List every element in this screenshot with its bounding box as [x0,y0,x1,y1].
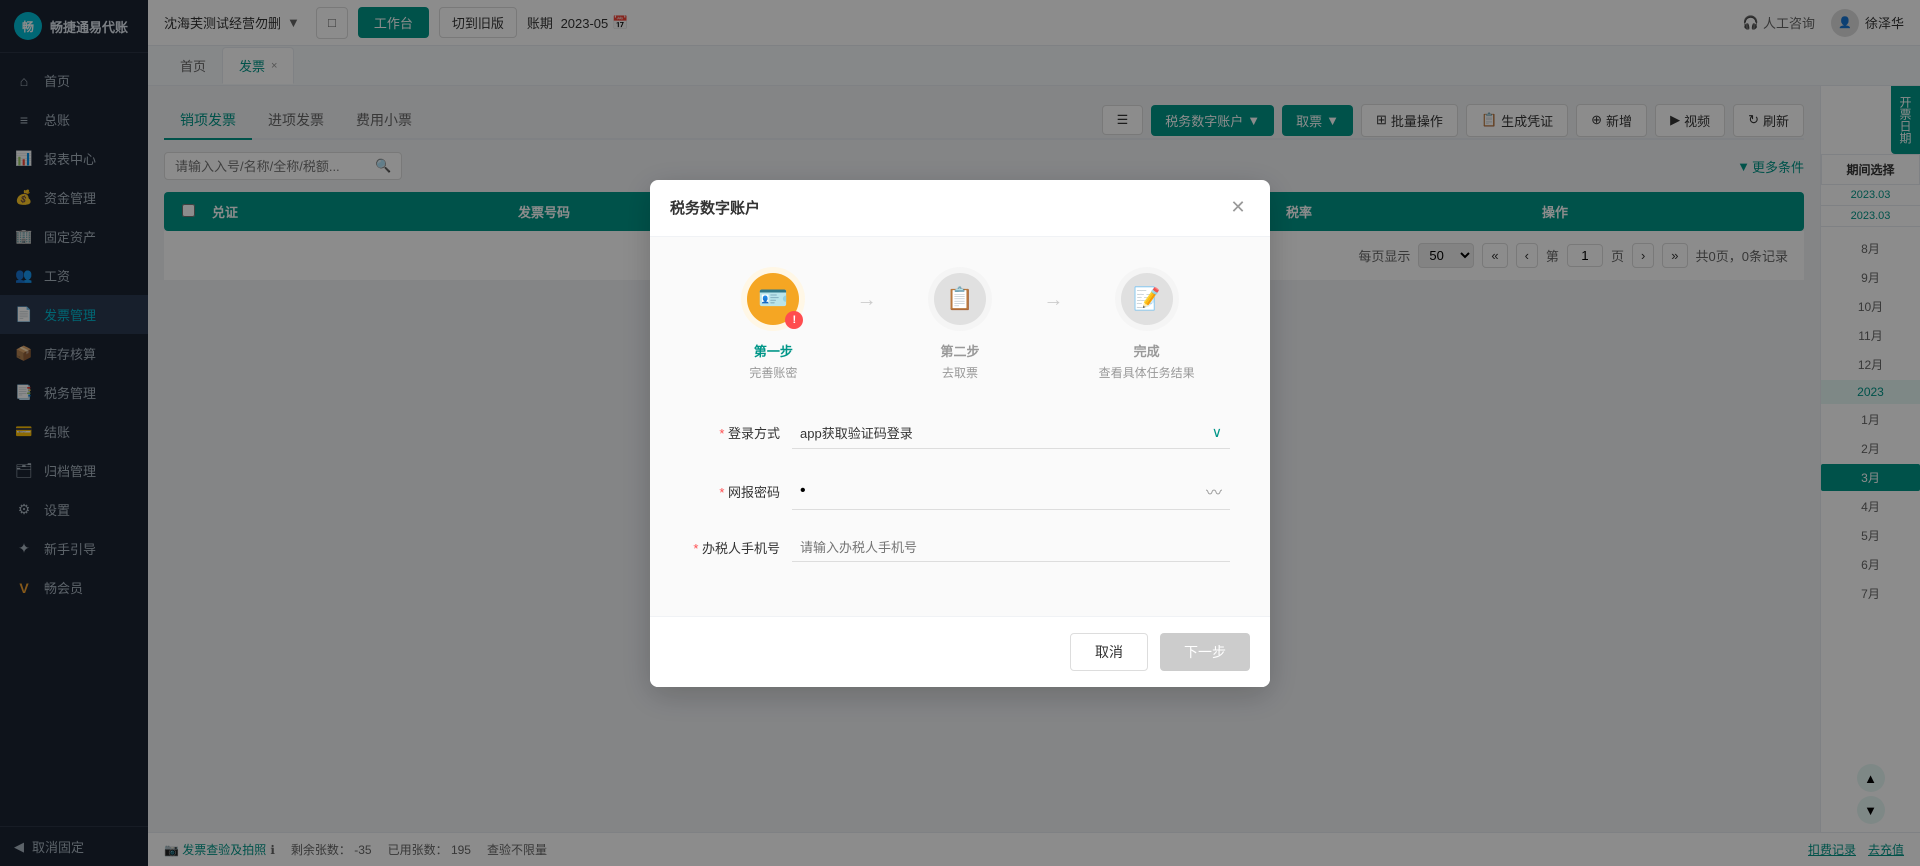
tax-digital-dialog: 税务数字账户 ✕ 🪪 ! 第一步 完善账密 → [650,180,1270,687]
password-toggle-icon[interactable]: 〰 [1206,479,1222,503]
dialog-header: 税务数字账户 ✕ [650,180,1270,237]
dialog-body: 🪪 ! 第一步 完善账密 → 📋 第二步 [650,237,1270,616]
phone-input[interactable] [792,534,1230,562]
checklist-icon: 📝 [1133,286,1160,312]
step-1-desc: 完善账密 [749,364,797,381]
document-icon: 📋 [946,286,973,312]
step-2-name: 第二步 [941,341,980,360]
dialog-footer: 取消 下一步 [650,616,1270,687]
password-label: 网报密码 [690,482,780,501]
steps-indicator: 🪪 ! 第一步 完善账密 → 📋 第二步 [690,267,1230,381]
dialog-title: 税务数字账户 [670,197,760,218]
next-step-button[interactable]: 下一步 [1160,633,1250,671]
step-3-icon-wrap: 📝 [1115,267,1179,331]
password-input[interactable] [800,482,1206,500]
step-1-name: 第一步 [754,341,793,360]
cancel-button[interactable]: 取消 [1070,633,1148,671]
step-2-icon: 📋 [934,273,986,325]
phone-label: 办税人手机号 [690,538,780,557]
step-1-icon-wrap: 🪪 ! [741,267,805,331]
login-method-value: app获取验证码登录 [800,423,1212,442]
step-3-icon: 📝 [1121,273,1173,325]
dialog-close-button[interactable]: ✕ [1226,196,1250,220]
step-2-icon-wrap: 📋 [928,267,992,331]
step-2-desc: 去取票 [942,364,978,381]
step-1-badge: ! [785,311,803,329]
step-3-desc: 查看具体任务结果 [1099,364,1195,381]
step-3: 📝 完成 查看具体任务结果 [1063,267,1230,381]
password-row: 网报密码 〰 [690,473,1230,510]
phone-row: 办税人手机号 [690,534,1230,562]
step-3-name: 完成 [1134,341,1160,360]
step-1: 🪪 ! 第一步 完善账密 [690,267,857,381]
login-method-row: 登录方式 app获取验证码登录 ∨ [690,417,1230,449]
step-arrow-1: → [857,267,877,312]
step-2: 📋 第二步 去取票 [877,267,1044,381]
login-method-dropdown-icon: ∨ [1212,424,1222,441]
dialog-overlay: 税务数字账户 ✕ 🪪 ! 第一步 完善账密 → [0,0,1920,866]
login-method-label: 登录方式 [690,423,780,442]
step-arrow-2: → [1043,267,1063,312]
id-card-icon: 🪪 [758,284,788,313]
login-method-select[interactable]: app获取验证码登录 ∨ [792,417,1230,449]
password-input-wrap: 〰 [792,473,1230,510]
